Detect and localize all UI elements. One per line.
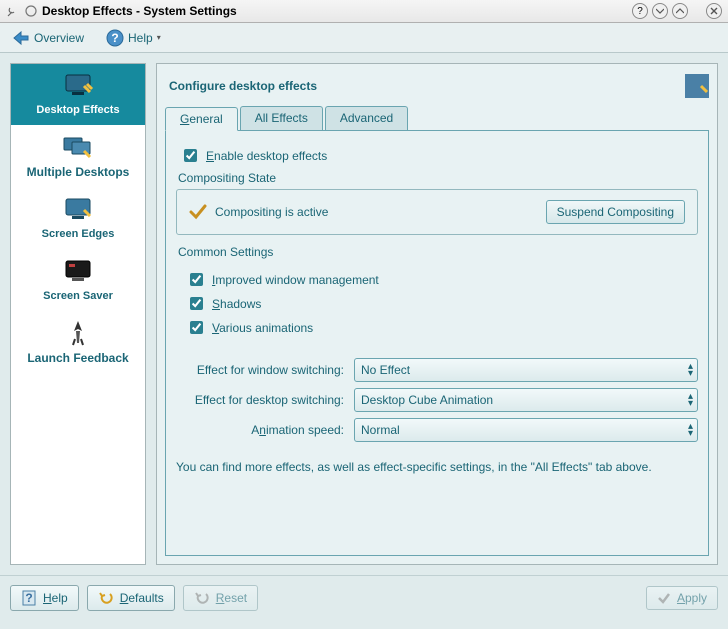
hint-text: You can find more effects, as well as ef… (176, 458, 698, 476)
sidebar: Desktop Effects Multiple Desktops Screen… (10, 63, 146, 565)
help-icon: ? (106, 29, 124, 47)
sidebar-item-label: Screen Edges (15, 228, 141, 241)
common-settings-label: Common Settings (178, 245, 698, 259)
improved-label: Improved window management (212, 273, 379, 287)
spinner-icon: ▴▾ (688, 423, 693, 437)
shadows-label: Shadows (212, 297, 261, 311)
sidebar-item-launch-feedback[interactable]: Launch Feedback (11, 311, 145, 374)
content-header-icon (685, 74, 709, 98)
close-window-button[interactable] (706, 3, 722, 19)
screen-saver-icon (62, 258, 94, 286)
sidebar-item-label: Launch Feedback (15, 351, 141, 366)
desktop-switching-select[interactable]: Desktop Cube Animation ▴▾ (354, 388, 698, 412)
check-icon (189, 204, 207, 220)
various-checkbox[interactable] (190, 321, 203, 334)
svg-text:?: ? (25, 591, 32, 605)
sidebar-item-screen-saver[interactable]: Screen Saver (11, 250, 145, 311)
multiple-desktops-icon (62, 133, 94, 161)
undo-icon (194, 590, 210, 606)
sidebar-item-label: Multiple Desktops (15, 165, 141, 180)
window-title: Desktop Effects - System Settings (42, 4, 628, 18)
help-icon: ? (21, 590, 37, 606)
sidebar-item-label: Screen Saver (15, 290, 141, 303)
check-icon (657, 591, 671, 605)
sidebar-item-label: Desktop Effects (15, 104, 141, 117)
undo-icon (98, 590, 114, 606)
improved-checkbox[interactable] (190, 273, 203, 286)
tab-general[interactable]: General (165, 107, 238, 131)
defaults-button[interactable]: Defaults (87, 585, 175, 611)
tab-advanced[interactable]: Advanced (325, 106, 408, 130)
apply-button: Apply (646, 586, 718, 610)
desktop-switching-label: Effect for desktop switching: (176, 393, 344, 407)
spinner-icon: ▴▾ (688, 363, 693, 377)
suspend-compositing-button[interactable]: Suspend Compositing (546, 200, 685, 224)
screen-edges-icon (62, 196, 94, 224)
help-button[interactable]: ? Help ▾ (102, 27, 165, 49)
window-titlebar: Desktop Effects - System Settings ? (0, 0, 728, 23)
overview-button[interactable]: Overview (8, 28, 88, 48)
sidebar-item-multiple-desktops[interactable]: Multiple Desktops (11, 125, 145, 188)
toolbar: Overview ? Help ▾ (0, 23, 728, 53)
spinner-icon: ▴▾ (688, 393, 693, 407)
minimize-window-button[interactable] (652, 3, 668, 19)
footer: ? Help Defaults Reset Apply (0, 575, 728, 619)
desktop-effects-icon (62, 72, 94, 100)
chevron-down-icon: ▾ (157, 33, 161, 42)
enable-effects-label: Enable desktop effects (206, 149, 327, 163)
circle-icon (24, 4, 38, 18)
config-icon (6, 4, 20, 18)
compositing-frame: Compositing is active Suspend Compositin… (176, 189, 698, 235)
launch-feedback-icon (62, 319, 94, 347)
content-title: Configure desktop effects (169, 79, 317, 93)
sidebar-item-desktop-effects[interactable]: Desktop Effects (11, 64, 145, 125)
window-switching-label: Effect for window switching: (176, 363, 344, 377)
content-panel: Configure desktop effects General All Ef… (156, 63, 718, 565)
animation-speed-select[interactable]: Normal ▴▾ (354, 418, 698, 442)
animation-speed-label: Animation speed: (176, 423, 344, 437)
sidebar-item-screen-edges[interactable]: Screen Edges (11, 188, 145, 249)
compositing-status-text: Compositing is active (215, 205, 328, 219)
tab-all-effects[interactable]: All Effects (240, 106, 323, 130)
tab-panel-general: Enable desktop effects Compositing State… (165, 131, 709, 556)
reset-button: Reset (183, 585, 258, 611)
maximize-window-button[interactable] (672, 3, 688, 19)
tabs: General All Effects Advanced (165, 106, 709, 131)
help-window-button[interactable]: ? (632, 3, 648, 19)
various-label: Various animations (212, 321, 313, 335)
enable-effects-checkbox[interactable] (184, 149, 197, 162)
svg-text:?: ? (111, 31, 118, 45)
compositing-group-label: Compositing State (178, 171, 698, 185)
window-switching-select[interactable]: No Effect ▴▾ (354, 358, 698, 382)
help-footer-button[interactable]: ? Help (10, 585, 79, 611)
shadows-checkbox[interactable] (190, 297, 203, 310)
back-arrow-icon (12, 30, 30, 46)
